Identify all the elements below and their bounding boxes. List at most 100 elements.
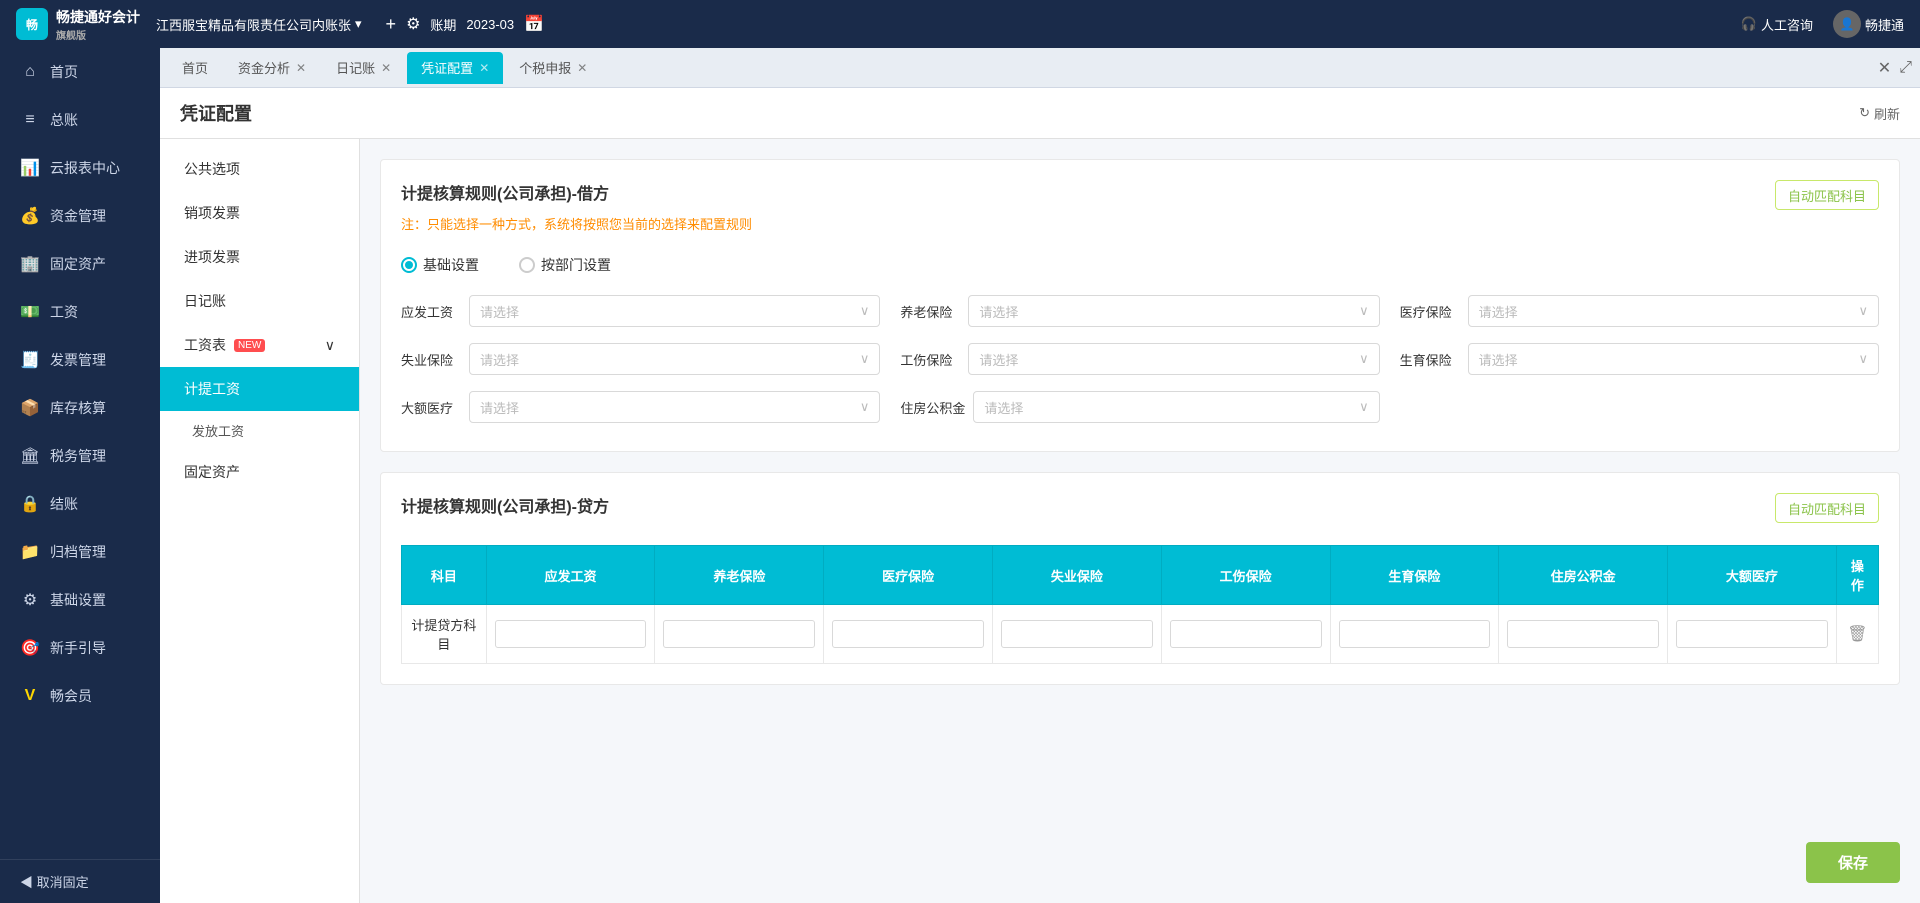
unemployment-label: 失业保险	[401, 350, 461, 369]
sidebar-item-basic[interactable]: ⚙ 基础设置	[0, 576, 160, 624]
injury-input[interactable]	[1170, 620, 1322, 648]
cell-unemployment-input[interactable]	[992, 605, 1161, 664]
cell-wages-input[interactable]	[486, 605, 655, 664]
save-button[interactable]: 保存	[1806, 842, 1900, 883]
cell-major-medical-input[interactable]	[1668, 605, 1837, 664]
unemployment-select[interactable]: 请选择 ∨	[469, 343, 880, 375]
sidebar-item-archive[interactable]: 📁 归档管理	[0, 528, 160, 576]
add-icon[interactable]: +	[386, 14, 397, 35]
sidebar-item-inventory[interactable]: 📦 库存核算	[0, 384, 160, 432]
housing-fund-select[interactable]: 请选择 ∨	[973, 391, 1379, 423]
sidebar-item-fixed-assets[interactable]: 🏢 固定资产	[0, 240, 160, 288]
cell-pension-input[interactable]	[655, 605, 824, 664]
tab-close-journal[interactable]: ✕	[381, 61, 391, 75]
wages-select[interactable]: 请选择 ∨	[469, 295, 880, 327]
select-chevron: ∨	[1359, 303, 1369, 319]
radio-dept-circle	[519, 257, 535, 273]
guide-icon: 🎯	[20, 638, 40, 658]
wages-input[interactable]	[495, 620, 647, 648]
housing-input[interactable]	[1507, 620, 1659, 648]
nav-sales[interactable]: 销项发票	[160, 191, 359, 235]
nav-accrual[interactable]: 计提工资	[160, 367, 359, 411]
cell-injury-input[interactable]	[1161, 605, 1330, 664]
radio-group: 基础设置 按部门设置	[401, 255, 1879, 275]
sidebar-item-salary[interactable]: 💵 工资	[0, 288, 160, 336]
major-medical-label: 大额医疗	[401, 398, 461, 417]
tab-voucher-config[interactable]: 凭证配置 ✕	[407, 52, 503, 84]
cancel-fixed-button[interactable]: ◀ 取消固定	[0, 859, 160, 903]
debit-auto-match-button[interactable]: 自动匹配科目	[1775, 180, 1879, 210]
cell-medical-input[interactable]	[824, 605, 993, 664]
pension-input[interactable]	[663, 620, 815, 648]
nav-fixed-assets-conf[interactable]: 固定资产	[160, 450, 359, 494]
nav-purchase[interactable]: 进项发票	[160, 235, 359, 279]
tab-capital-analysis[interactable]: 资金分析 ✕	[224, 52, 320, 84]
col-medical: 医疗保险	[824, 546, 993, 605]
debit-section: 计提核算规则(公司承担)-借方 注：只能选择一种方式，系统将按照您当前的选择来配…	[380, 159, 1900, 452]
sidebar-item-invoice[interactable]: 🧾 发票管理	[0, 336, 160, 384]
major-medical-input[interactable]	[1676, 620, 1828, 648]
close-tab-icon[interactable]: ✕	[1878, 58, 1891, 78]
home-icon: ⌂	[20, 63, 40, 81]
cell-delete[interactable]: 🗑	[1836, 605, 1878, 664]
col-subject: 科目	[402, 546, 487, 605]
major-medical-select[interactable]: 请选择 ∨	[469, 391, 880, 423]
nav-journal[interactable]: 日记账	[160, 279, 359, 323]
select-chevron: ∨	[1858, 303, 1868, 319]
radio-by-dept[interactable]: 按部门设置	[519, 255, 611, 275]
maternity-input[interactable]	[1339, 620, 1491, 648]
sidebar-label-inventory: 库存核算	[50, 398, 106, 418]
pension-select[interactable]: 请选择 ∨	[968, 295, 1379, 327]
radio-basic-circle	[401, 257, 417, 273]
unemployment-input[interactable]	[1001, 620, 1153, 648]
tab-close-tax[interactable]: ✕	[577, 61, 587, 75]
sidebar: ⌂ 首页 ≡ 总账 📊 云报表中心 💰 资金管理 🏢 固定资产 💵 工资 🧾 发…	[0, 48, 160, 903]
cell-housing-input[interactable]	[1499, 605, 1668, 664]
credit-auto-match-button[interactable]: 自动匹配科目	[1775, 493, 1879, 523]
debit-section-title: 计提核算规则(公司承担)-借方	[401, 180, 752, 204]
service-button[interactable]: 🎧 人工咨询	[1741, 15, 1813, 34]
housing-fund-label: 住房公积金	[900, 398, 965, 417]
maternity-select[interactable]: 请选择 ∨	[1468, 343, 1879, 375]
tab-journal[interactable]: 日记账 ✕	[322, 52, 405, 84]
sidebar-item-tax[interactable]: 🏛 税务管理	[0, 432, 160, 480]
tab-close-capital[interactable]: ✕	[296, 61, 306, 75]
nav-pay[interactable]: 发放工资	[160, 411, 359, 450]
medical-select[interactable]: 请选择 ∨	[1468, 295, 1879, 327]
nav-public[interactable]: 公共选项	[160, 147, 359, 191]
sidebar-item-home[interactable]: ⌂ 首页	[0, 48, 160, 96]
nav-wage-table[interactable]: 工资表 NEW ∨	[160, 323, 359, 367]
col-pension: 养老保险	[655, 546, 824, 605]
expand-icon[interactable]: ⤢	[1899, 59, 1912, 77]
medical-input[interactable]	[832, 620, 984, 648]
col-housing: 住房公积金	[1499, 546, 1668, 605]
sidebar-item-close[interactable]: 🔒 结账	[0, 480, 160, 528]
medical-label: 医疗保险	[1400, 302, 1460, 321]
wages-label: 应发工资	[401, 302, 461, 321]
refresh-button[interactable]: ↻ 刷新	[1859, 104, 1900, 123]
cell-subject-label: 计提贷方科目	[402, 605, 487, 664]
sidebar-item-reports[interactable]: 📊 云报表中心	[0, 144, 160, 192]
settings-icon[interactable]: ⚙	[406, 14, 420, 34]
field-wages: 应发工资 请选择 ∨	[401, 295, 880, 327]
credit-section-title: 计提核算规则(公司承担)-贷方	[401, 493, 609, 517]
cell-maternity-input[interactable]	[1330, 605, 1499, 664]
col-injury: 工伤保险	[1161, 546, 1330, 605]
debit-section-header: 计提核算规则(公司承担)-借方 注：只能选择一种方式，系统将按照您当前的选择来配…	[401, 180, 1879, 249]
sidebar-item-capital[interactable]: 💰 资金管理	[0, 192, 160, 240]
tab-close-voucher[interactable]: ✕	[479, 61, 489, 75]
injury-label: 工伤保险	[900, 350, 960, 369]
user-menu[interactable]: 👤 畅捷通	[1833, 10, 1904, 38]
sidebar-label-capital: 资金管理	[50, 206, 106, 226]
tab-tax-filing[interactable]: 个税申报 ✕	[505, 52, 601, 84]
maternity-label: 生育保险	[1400, 350, 1460, 369]
calendar-icon[interactable]: 📅	[524, 14, 544, 34]
sidebar-item-guide[interactable]: 🎯 新手引导	[0, 624, 160, 672]
delete-icon[interactable]: 🗑	[1847, 626, 1867, 643]
sidebar-item-ledger[interactable]: ≡ 总账	[0, 96, 160, 144]
injury-select[interactable]: 请选择 ∨	[968, 343, 1379, 375]
sidebar-item-vip[interactable]: V 畅会员	[0, 672, 160, 720]
tab-home[interactable]: 首页	[168, 52, 222, 84]
radio-basic[interactable]: 基础设置	[401, 255, 479, 275]
company-selector[interactable]: 江西服宝精品有限责任公司内账张 ▾	[156, 15, 362, 34]
